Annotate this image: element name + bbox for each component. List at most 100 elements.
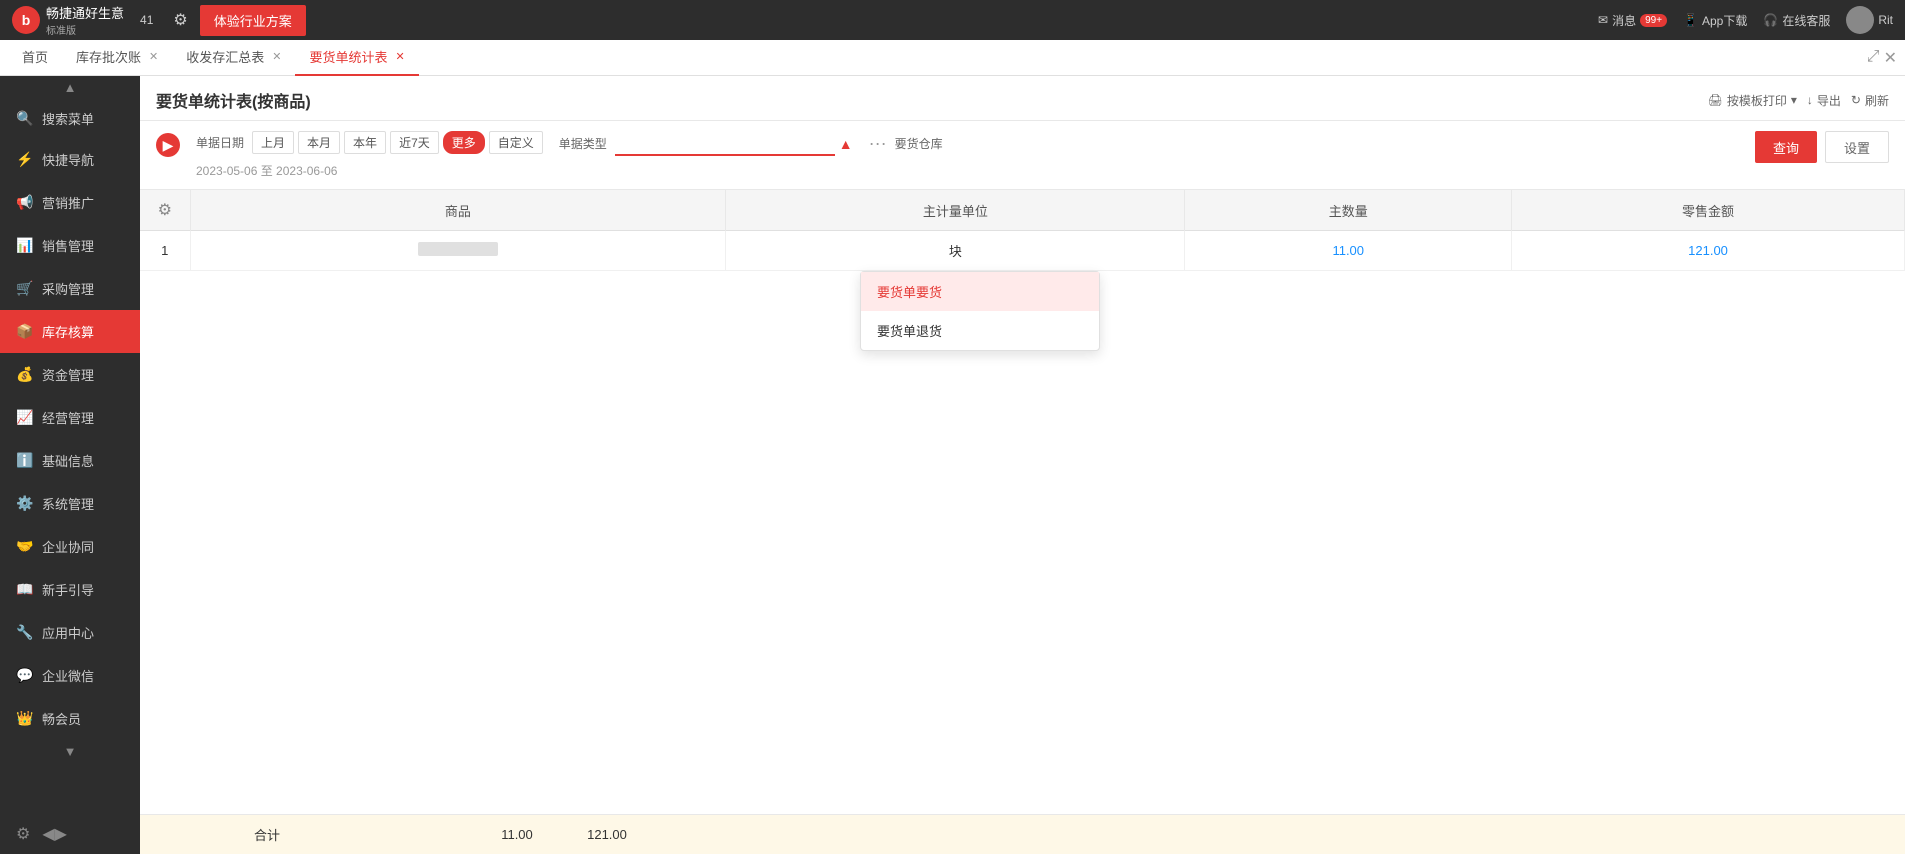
sidebar-item-wechat[interactable]: 💬 企业微信 (0, 654, 140, 697)
nav-bar: 首页 库存批次账 ✕ 收发存汇总表 ✕ 要货单统计表 ✕ ⤢ ✕ (0, 40, 1905, 76)
user-avatar[interactable]: Rit (1846, 6, 1893, 34)
logo-text: 畅捷通好生意 标准版 (46, 3, 124, 37)
type-filter-group: 单据类型 ▲ ··· 要货仓库 (559, 131, 943, 156)
data-table: ⚙ 商品 主计量单位 主数量 零售金额 1 块 (140, 190, 1905, 271)
tab-receive-summary[interactable]: 收发存汇总表 ✕ (172, 40, 295, 76)
date-btn-more[interactable]: 更多 (443, 131, 485, 154)
table-row: 1 块 11.00 121.00 (140, 231, 1905, 271)
tab-home[interactable]: 首页 (8, 40, 62, 76)
type-chevron-up-icon[interactable]: ▲ (839, 136, 853, 152)
industry-btn[interactable]: 体验行业方案 (200, 5, 306, 36)
quicknav-icon: ⚡ (16, 151, 34, 169)
enterprise-icon: 🤝 (16, 538, 34, 556)
date-range: 2023-05-06 至 2023-06-06 (196, 162, 543, 179)
export-btn[interactable]: ↓ 导出 (1807, 92, 1841, 109)
nav-close-btn[interactable]: ✕ (1884, 48, 1897, 68)
sidebar-scroll-up[interactable]: ▲ (0, 76, 140, 99)
filter-bar: ▶ 单据日期 上月 本月 本年 近7天 更多 自定义 2023-05-06 至 … (140, 121, 1905, 190)
sidebar-item-quicknav[interactable]: ⚡ 快捷导航 (0, 138, 140, 181)
tab-inventory-batch[interactable]: 库存批次账 ✕ (62, 40, 172, 76)
type-select-input[interactable] (615, 131, 835, 156)
sidebar: ▲ 🔍 搜索菜单 ⚡ 快捷导航 📢 营销推广 📊 销售管理 🛒 采购管理 📦 库… (0, 76, 140, 854)
online-service-btn[interactable]: 🎧 在线客服 (1763, 12, 1830, 29)
date-btn-custom[interactable]: 自定义 (489, 131, 543, 154)
table-gear-icon[interactable]: ⚙ (158, 202, 172, 219)
sidebar-item-marketing[interactable]: 📢 营销推广 (0, 181, 140, 224)
print-chevron-icon: ▾ (1791, 93, 1797, 107)
sidebar-collapse-icon[interactable]: ◀▶ (42, 824, 67, 844)
sidebar-item-guide[interactable]: 📖 新手引导 (0, 568, 140, 611)
date-filter-group: 单据日期 上月 本月 本年 近7天 更多 自定义 2023-05-06 至 20… (196, 131, 543, 179)
cell-product (190, 231, 726, 271)
type-select-wrapper: ▲ (615, 131, 853, 156)
product-blurred (418, 242, 498, 256)
sidebar-item-sales[interactable]: 📊 销售管理 (0, 224, 140, 267)
expand-arrow-icon: ▶ (163, 137, 174, 154)
message-icon: ✉ (1598, 13, 1608, 27)
filter-expand-btn[interactable]: ▶ (156, 133, 180, 157)
sidebar-item-member[interactable]: 👑 畅会员 (0, 697, 140, 740)
nav-expand-area: ⤢ ✕ (1867, 48, 1897, 68)
page-actions: 🖨 按模板打印 ▾ ↓ 导出 ↻ 刷新 (1708, 92, 1889, 109)
sidebar-item-apps[interactable]: 🔧 应用中心 (0, 611, 140, 654)
sidebar-item-inventory[interactable]: 📦 库存核算 (0, 310, 140, 353)
col-quantity: 主数量 (1185, 190, 1512, 231)
apps-icon: 🔧 (16, 624, 34, 642)
message-badge: 99+ (1640, 14, 1667, 27)
print-btn[interactable]: 🖨 按模板打印 ▾ (1708, 92, 1797, 109)
query-btn[interactable]: 查询 (1755, 131, 1817, 163)
sales-icon: 📊 (16, 237, 34, 255)
sidebar-item-system[interactable]: ⚙️ 系统管理 (0, 482, 140, 525)
date-btn-this-month[interactable]: 本月 (298, 131, 340, 154)
guide-icon: 📖 (16, 581, 34, 599)
basics-icon: ℹ️ (16, 452, 34, 470)
phone-icon: 📱 (1683, 13, 1698, 27)
refresh-btn[interactable]: ↻ 刷新 (1851, 92, 1889, 109)
sidebar-item-basics[interactable]: ℹ️ 基础信息 (0, 439, 140, 482)
tab-close-requisition-stats[interactable]: ✕ (396, 50, 405, 63)
footer-label: 合计 (152, 825, 382, 844)
system-icon: ⚙️ (16, 495, 34, 513)
col-unit: 主计量单位 (726, 190, 1185, 231)
table-header: ⚙ 商品 主计量单位 主数量 零售金额 (140, 190, 1905, 231)
tab-close-receive-summary[interactable]: ✕ (272, 50, 281, 63)
sidebar-settings-icon[interactable]: ⚙ (16, 824, 30, 844)
content-area: 要货单统计表(按商品) 🖨 按模板打印 ▾ ↓ 导出 ↻ 刷新 (140, 76, 1905, 854)
dropdown-item-return[interactable]: 要货单退货 (861, 311, 1099, 350)
col-amount: 零售金额 (1512, 190, 1905, 231)
warehouse-label: 要货仓库 (895, 135, 943, 152)
operations-icon: 📈 (16, 409, 34, 427)
col-settings: ⚙ (140, 190, 190, 231)
sidebar-item-finance[interactable]: 💰 资金管理 (0, 353, 140, 396)
page-header: 要货单统计表(按商品) 🖨 按模板打印 ▾ ↓ 导出 ↻ 刷新 (140, 76, 1905, 121)
table-footer: 合计 11.00 121.00 (140, 814, 1905, 854)
export-icon: ↓ (1807, 93, 1813, 107)
nav-gear-icon[interactable]: ⚙ (169, 10, 191, 30)
inventory-icon: 📦 (16, 323, 34, 341)
table-body: 1 块 11.00 121.00 (140, 231, 1905, 271)
top-header: b 畅捷通好生意 标准版 41 ⚙ 体验行业方案 ✉ 消息 99+ 📱 App下… (0, 0, 1905, 40)
sidebar-scroll-down[interactable]: ▼ (0, 740, 140, 763)
dropdown-item-requisition[interactable]: 要货单要货 (861, 272, 1099, 311)
nav-expand-btn[interactable]: ⤢ (1867, 48, 1880, 68)
header-right: ✉ 消息 99+ 📱 App下载 🎧 在线客服 Rit (1598, 6, 1893, 34)
tab-close-inventory-batch[interactable]: ✕ (149, 50, 158, 63)
message-btn[interactable]: ✉ 消息 99+ (1598, 12, 1667, 29)
tab-requisition-stats[interactable]: 要货单统计表 ✕ (295, 40, 418, 76)
avatar-img (1846, 6, 1874, 34)
app-download-btn[interactable]: 📱 App下载 (1683, 12, 1747, 29)
settings-btn[interactable]: 设置 (1825, 131, 1889, 163)
type-dropdown: 要货单要货 要货单退货 (860, 271, 1100, 351)
date-label: 单据日期 (196, 134, 244, 151)
sidebar-item-search[interactable]: 🔍 搜索菜单 (0, 99, 140, 138)
cell-quantity: 11.00 (1185, 231, 1512, 271)
sidebar-item-operations[interactable]: 📈 经营管理 (0, 396, 140, 439)
search-icon: 🔍 (16, 110, 34, 128)
sidebar-item-enterprise[interactable]: 🤝 企业协同 (0, 525, 140, 568)
footer-amount: 121.00 (562, 827, 652, 842)
sidebar-item-purchase[interactable]: 🛒 采购管理 (0, 267, 140, 310)
date-btn-this-year[interactable]: 本年 (344, 131, 386, 154)
date-btn-last-7days[interactable]: 近7天 (390, 131, 439, 154)
date-btn-last-month[interactable]: 上月 (252, 131, 294, 154)
warehouse-more-icon[interactable]: ··· (869, 133, 887, 154)
